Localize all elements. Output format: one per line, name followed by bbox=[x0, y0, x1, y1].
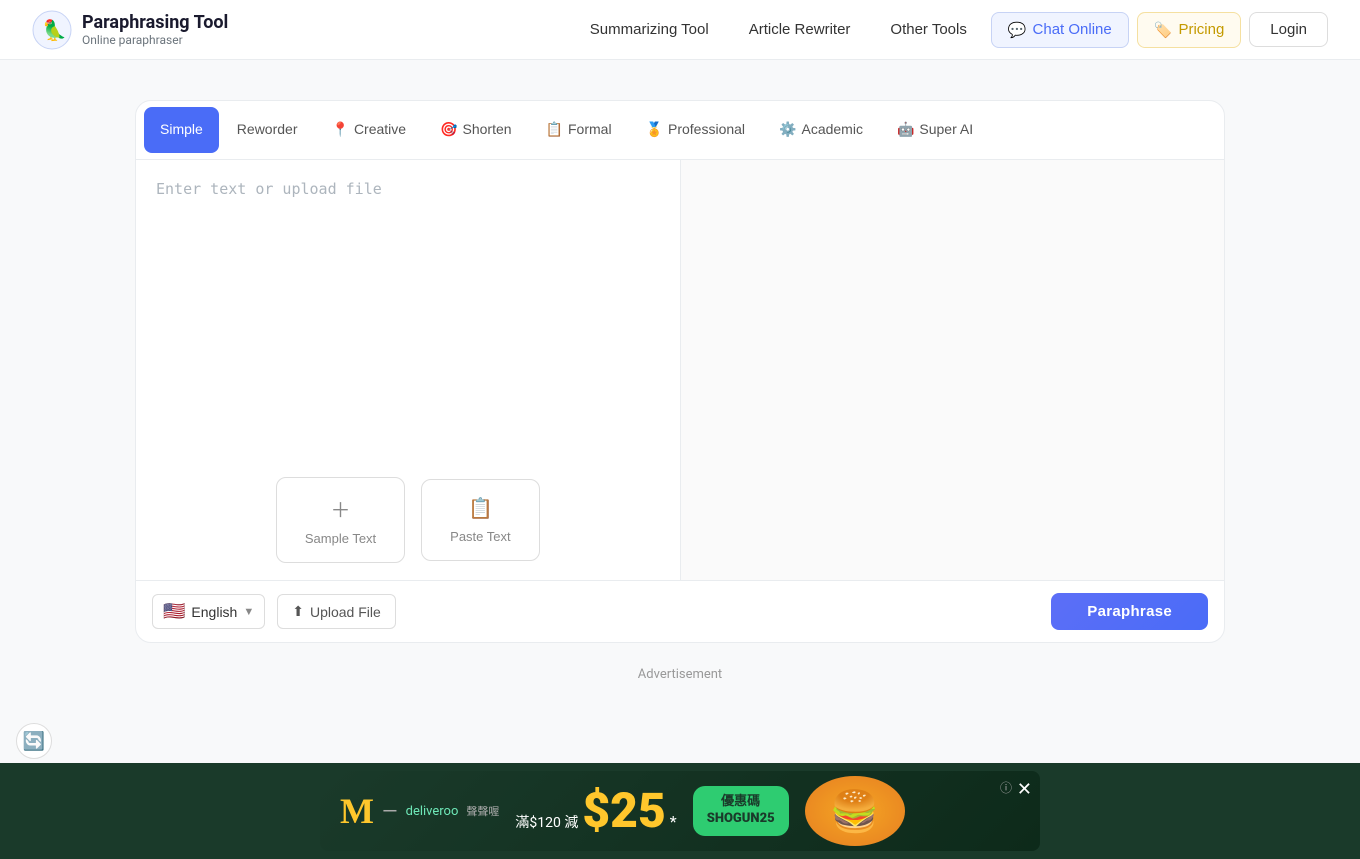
bottom-floating-icon[interactable]: 🔄 bbox=[16, 723, 52, 759]
mcdonalds-logo: M bbox=[340, 790, 374, 832]
tab-academic-label: Academic bbox=[801, 121, 862, 137]
ad-content: ⓘ ✕ M — deliveroo 聲聲喔 滿$120 減 $25 * 優惠碼 … bbox=[320, 771, 1040, 851]
ad-coupon-badge: 優惠碼 SHOGUN25 bbox=[693, 786, 789, 836]
nav-login-button[interactable]: Login bbox=[1249, 12, 1328, 47]
tab-academic[interactable]: ⚙️ Academic bbox=[763, 107, 879, 154]
logo-link[interactable]: 🦜 Paraphrasing Tool Online paraphraser bbox=[32, 10, 228, 50]
tab-shorten[interactable]: 🎯 Shorten bbox=[424, 107, 527, 154]
editor-right-panel bbox=[681, 160, 1225, 580]
tabs-bar: Simple Reworder 📍 Creative 🎯 Shorten 📋 F… bbox=[136, 101, 1224, 160]
pricing-label: Pricing bbox=[1178, 21, 1224, 38]
sample-text-button[interactable]: ＋ Sample Text bbox=[276, 477, 405, 563]
tab-shorten-label: Shorten bbox=[463, 121, 512, 137]
deliveroo-text: deliveroo bbox=[406, 804, 459, 819]
svg-text:🦜: 🦜 bbox=[42, 18, 67, 42]
sample-text-label: Sample Text bbox=[305, 531, 376, 546]
ad-promo-prefix: 滿$120 減 bbox=[515, 812, 578, 832]
tool-card: Simple Reworder 📍 Creative 🎯 Shorten 📋 F… bbox=[135, 100, 1225, 643]
tab-creative[interactable]: 📍 Creative bbox=[316, 107, 423, 154]
tab-formal[interactable]: 📋 Formal bbox=[530, 107, 628, 154]
clipboard-icon: 📋 bbox=[468, 496, 493, 521]
logo-icon: 🦜 bbox=[32, 10, 72, 50]
language-label: English bbox=[191, 604, 237, 620]
nav-other-tools[interactable]: Other Tools bbox=[874, 13, 982, 46]
logo-subtitle: Online paraphraser bbox=[82, 33, 228, 47]
main-content: Simple Reworder 📍 Creative 🎯 Shorten 📋 F… bbox=[0, 60, 1360, 726]
pricing-icon: 🏷️ bbox=[1154, 21, 1173, 39]
ad-mcdonalds: M — deliveroo 聲聲喔 滿$120 減 $25 * 優惠碼 SHOG… bbox=[340, 776, 1020, 846]
editor-action-buttons: ＋ Sample Text 📋 Paste Text bbox=[136, 460, 680, 580]
tab-formal-label: Formal bbox=[568, 121, 612, 137]
tab-super-ai[interactable]: 🤖 Super AI bbox=[881, 107, 989, 154]
creative-icon: 📍 bbox=[332, 121, 349, 138]
tab-reworder-label: Reworder bbox=[237, 121, 298, 137]
editor-left-panel: ＋ Sample Text 📋 Paste Text bbox=[136, 160, 681, 580]
advertisement-section: Advertisement bbox=[135, 643, 1225, 706]
chat-online-label: Chat Online bbox=[1033, 21, 1112, 38]
paste-text-label: Paste Text bbox=[450, 529, 510, 544]
header: 🦜 Paraphrasing Tool Online paraphraser S… bbox=[0, 0, 1360, 60]
plus-icon: ＋ bbox=[331, 494, 351, 523]
partner-text: 聲聲喔 bbox=[466, 803, 499, 819]
tab-professional[interactable]: 🏅 Professional bbox=[630, 107, 761, 154]
tab-creative-label: Creative bbox=[354, 121, 406, 137]
tab-super-ai-label: Super AI bbox=[919, 121, 973, 137]
chat-icon: 💬 bbox=[1008, 21, 1027, 39]
ad-close-button[interactable]: ✕ bbox=[1017, 779, 1032, 800]
professional-icon: 🏅 bbox=[646, 121, 663, 138]
separator: — bbox=[382, 799, 398, 823]
coupon-line1: 優惠碼 bbox=[707, 794, 775, 811]
tab-simple-label: Simple bbox=[160, 121, 203, 137]
advertisement-label: Advertisement bbox=[135, 667, 1225, 682]
flag-icon: 🇺🇸 bbox=[163, 601, 185, 622]
tab-professional-label: Professional bbox=[668, 121, 745, 137]
ad-banner: ⓘ ✕ M — deliveroo 聲聲喔 滿$120 減 $25 * 優惠碼 … bbox=[0, 763, 1360, 859]
upload-label: Upload File bbox=[310, 604, 381, 620]
tab-simple[interactable]: Simple bbox=[144, 107, 219, 153]
paraphrase-button[interactable]: Paraphrase bbox=[1051, 593, 1208, 630]
ad-info-icon[interactable]: ⓘ bbox=[1000, 779, 1012, 796]
ad-logos: M — deliveroo 聲聲喔 bbox=[340, 790, 499, 832]
upload-icon: ⬆ bbox=[292, 603, 304, 620]
nav-article-rewriter[interactable]: Article Rewriter bbox=[733, 13, 867, 46]
logo-title: Paraphrasing Tool bbox=[82, 12, 228, 33]
nav-pricing-button[interactable]: 🏷️ Pricing bbox=[1137, 12, 1242, 48]
chevron-down-icon: ▼ bbox=[243, 606, 254, 618]
tab-reworder[interactable]: Reworder bbox=[221, 107, 314, 153]
editor-bottom-bar: 🇺🇸 English ▼ ⬆ Upload File Paraphrase bbox=[136, 580, 1224, 642]
super-ai-icon: 🤖 bbox=[897, 121, 914, 138]
ad-promo-amount: $25 bbox=[582, 787, 665, 835]
academic-icon: ⚙️ bbox=[779, 121, 796, 138]
upload-file-button[interactable]: ⬆ Upload File bbox=[277, 594, 396, 629]
coupon-code: SHOGUN25 bbox=[707, 811, 775, 828]
paste-text-button[interactable]: 📋 Paste Text bbox=[421, 479, 539, 561]
header-nav: Summarizing Tool Article Rewriter Other … bbox=[574, 12, 1328, 48]
ad-promo-text: 滿$120 減 $25 * bbox=[515, 787, 676, 835]
formal-icon: 📋 bbox=[546, 121, 563, 138]
shorten-icon: 🎯 bbox=[440, 121, 457, 138]
editor-area: ＋ Sample Text 📋 Paste Text bbox=[136, 160, 1224, 580]
nav-summarizing-tool[interactable]: Summarizing Tool bbox=[574, 13, 725, 46]
ad-promo-suffix: * bbox=[670, 812, 677, 831]
ad-food-image: 🍔 bbox=[805, 776, 905, 846]
nav-chat-online-button[interactable]: 💬 Chat Online bbox=[991, 12, 1129, 48]
text-input[interactable] bbox=[136, 160, 680, 460]
language-selector[interactable]: 🇺🇸 English ▼ bbox=[152, 594, 265, 629]
